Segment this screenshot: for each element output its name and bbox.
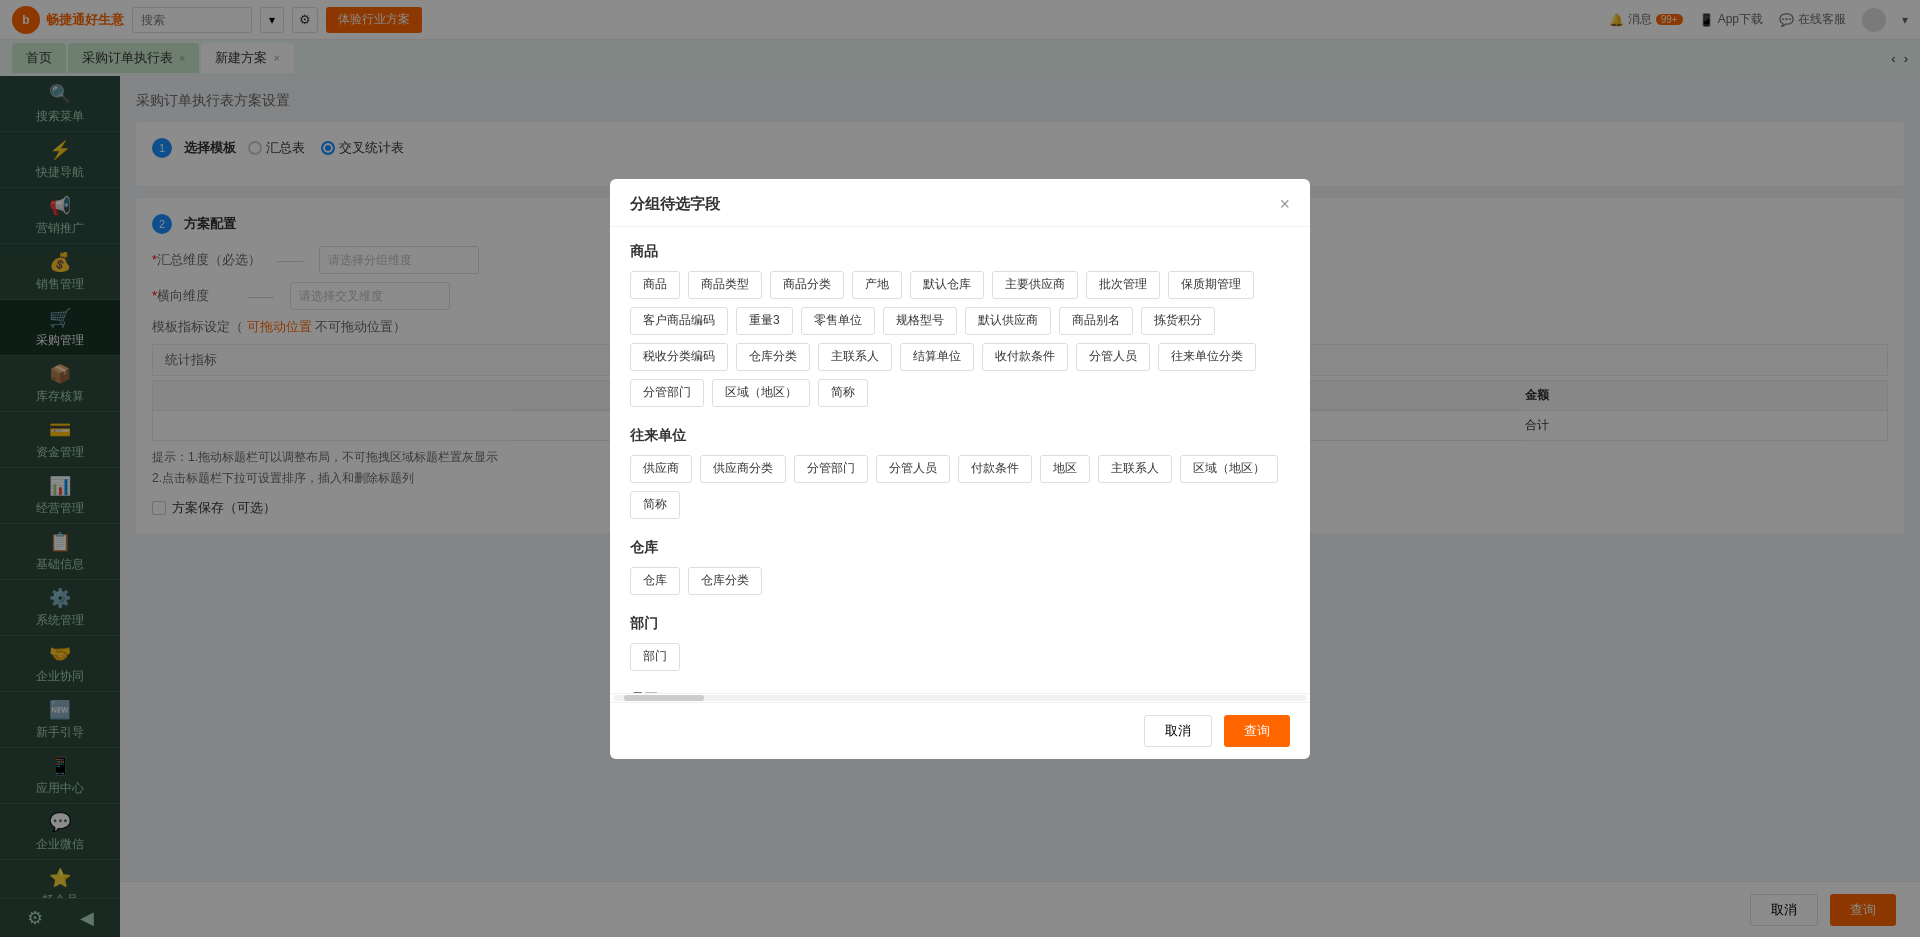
field-tag[interactable]: 仓库分类 xyxy=(688,567,762,595)
field-group-warehouse-title: 仓库 xyxy=(630,539,1290,557)
field-tag[interactable]: 结算单位 xyxy=(900,343,974,371)
modal-dialog: 分组待选字段 × 商品 商品 商品类型 商品分类 产地 默认仓库 主要供应商 批… xyxy=(610,179,1310,759)
field-group-department-title: 部门 xyxy=(630,615,1290,633)
field-tag[interactable]: 部门 xyxy=(630,643,680,671)
field-tag[interactable]: 仓库 xyxy=(630,567,680,595)
field-tag[interactable]: 规格型号 xyxy=(883,307,957,335)
scrollbar-thumb[interactable] xyxy=(624,695,704,701)
field-tag[interactable]: 简称 xyxy=(818,379,868,407)
field-group-product-title: 商品 xyxy=(630,243,1290,261)
field-group-partner-title: 往来单位 xyxy=(630,427,1290,445)
field-list-department: 部门 xyxy=(630,643,1290,671)
field-tag[interactable]: 产地 xyxy=(852,271,902,299)
field-tag[interactable]: 重量3 xyxy=(736,307,793,335)
field-group-product: 商品 商品 商品类型 商品分类 产地 默认仓库 主要供应商 批次管理 保质期管理… xyxy=(630,243,1290,407)
modal-cancel-button[interactable]: 取消 xyxy=(1144,715,1212,747)
field-tag[interactable]: 区域（地区） xyxy=(712,379,810,407)
field-group-warehouse: 仓库 仓库 仓库分类 xyxy=(630,539,1290,595)
field-tag[interactable]: 分管人员 xyxy=(1076,343,1150,371)
modal-confirm-button[interactable]: 查询 xyxy=(1224,715,1290,747)
field-list-partner: 供应商 供应商分类 分管部门 分管人员 付款条件 地区 主联系人 区域（地区） … xyxy=(630,455,1290,519)
field-tag[interactable]: 仓库分类 xyxy=(736,343,810,371)
field-tag[interactable]: 客户商品编码 xyxy=(630,307,728,335)
field-group-partner: 往来单位 供应商 供应商分类 分管部门 分管人员 付款条件 地区 主联系人 区域… xyxy=(630,427,1290,519)
field-tag[interactable]: 默认仓库 xyxy=(910,271,984,299)
field-list-product: 商品 商品类型 商品分类 产地 默认仓库 主要供应商 批次管理 保质期管理 客户… xyxy=(630,271,1290,407)
field-tag[interactable]: 商品类型 xyxy=(688,271,762,299)
modal-horizontal-scrollbar xyxy=(610,693,1310,701)
field-tag[interactable]: 批次管理 xyxy=(1086,271,1160,299)
field-list-warehouse: 仓库 仓库分类 xyxy=(630,567,1290,595)
field-tag[interactable]: 简称 xyxy=(630,491,680,519)
field-tag[interactable]: 主要供应商 xyxy=(992,271,1078,299)
field-tag[interactable]: 分管部门 xyxy=(794,455,868,483)
field-tag[interactable]: 分管人员 xyxy=(876,455,950,483)
modal-footer: 取消 查询 xyxy=(610,702,1310,759)
field-tag[interactable]: 保质期管理 xyxy=(1168,271,1254,299)
scrollbar-track xyxy=(614,695,1306,701)
field-tag[interactable]: 区域（地区） xyxy=(1180,455,1278,483)
field-tag[interactable]: 收付款条件 xyxy=(982,343,1068,371)
modal-header: 分组待选字段 × xyxy=(610,179,1310,227)
modal-close-button[interactable]: × xyxy=(1279,195,1290,213)
modal-body: 商品 商品 商品类型 商品分类 产地 默认仓库 主要供应商 批次管理 保质期管理… xyxy=(610,227,1310,694)
field-tag[interactable]: 主联系人 xyxy=(1098,455,1172,483)
field-tag[interactable]: 分管部门 xyxy=(630,379,704,407)
field-tag[interactable]: 税收分类编码 xyxy=(630,343,728,371)
field-tag[interactable]: 付款条件 xyxy=(958,455,1032,483)
field-group-department: 部门 部门 xyxy=(630,615,1290,671)
modal-title: 分组待选字段 xyxy=(630,195,720,214)
field-tag[interactable]: 拣货积分 xyxy=(1141,307,1215,335)
field-tag[interactable]: 供应商分类 xyxy=(700,455,786,483)
field-tag[interactable]: 零售单位 xyxy=(801,307,875,335)
field-tag[interactable]: 主联系人 xyxy=(818,343,892,371)
field-tag[interactable]: 供应商 xyxy=(630,455,692,483)
field-tag[interactable]: 默认供应商 xyxy=(965,307,1051,335)
field-tag[interactable]: 商品分类 xyxy=(770,271,844,299)
field-tag[interactable]: 商品别名 xyxy=(1059,307,1133,335)
field-tag[interactable]: 地区 xyxy=(1040,455,1090,483)
field-tag[interactable]: 往来单位分类 xyxy=(1158,343,1256,371)
field-tag[interactable]: 商品 xyxy=(630,271,680,299)
modal-overlay: 分组待选字段 × 商品 商品 商品类型 商品分类 产地 默认仓库 主要供应商 批… xyxy=(0,0,1920,937)
